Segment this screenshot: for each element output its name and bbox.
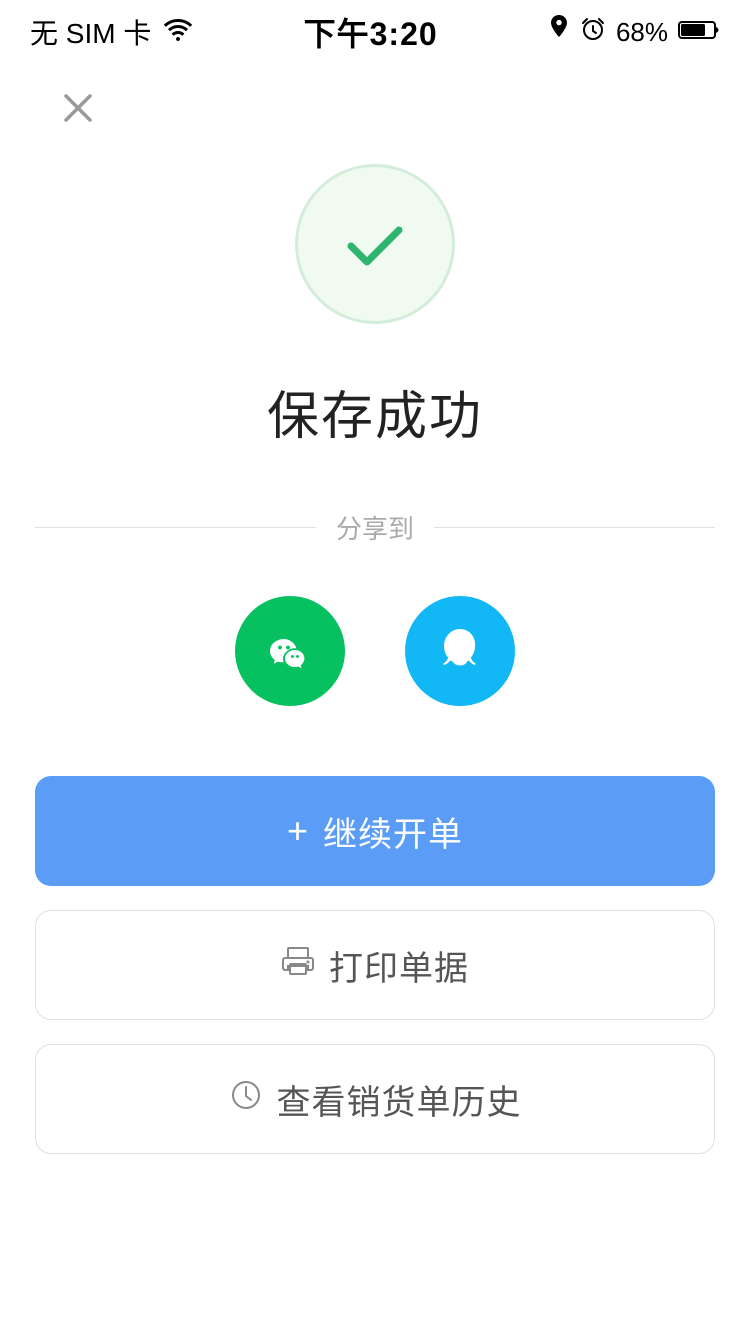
checkmark-icon bbox=[335, 204, 415, 284]
wifi-icon bbox=[163, 16, 193, 48]
plus-icon: + bbox=[287, 810, 309, 852]
alarm-icon bbox=[580, 16, 606, 49]
print-button[interactable]: 打印单据 bbox=[35, 910, 715, 1020]
divider-line-left bbox=[35, 527, 316, 528]
clock-icon bbox=[229, 1078, 263, 1121]
status-right: 68% bbox=[548, 15, 720, 50]
battery-percent: 68% bbox=[616, 17, 668, 48]
share-label: 分享到 bbox=[336, 509, 414, 546]
continue-label: 继续开单 bbox=[323, 807, 463, 856]
close-button[interactable] bbox=[50, 80, 106, 136]
main-content: 保存成功 分享到 + 继续开单 bbox=[0, 64, 750, 1154]
time-display: 下午3:20 bbox=[304, 9, 438, 55]
printer-icon bbox=[281, 944, 315, 987]
status-bar: 无 SIM 卡 下午3:20 68% bbox=[0, 0, 750, 64]
carrier-text: 无 SIM 卡 bbox=[30, 12, 151, 52]
history-button[interactable]: 查看销货单历史 bbox=[35, 1044, 715, 1154]
wechat-share-button[interactable] bbox=[235, 596, 345, 706]
share-icons bbox=[235, 596, 515, 706]
divider-line-right bbox=[434, 527, 715, 528]
qq-share-button[interactable] bbox=[405, 596, 515, 706]
status-left: 无 SIM 卡 bbox=[30, 12, 193, 52]
battery-icon bbox=[678, 17, 720, 48]
location-icon bbox=[548, 15, 570, 50]
history-label: 查看销货单历史 bbox=[277, 1075, 522, 1124]
continue-button[interactable]: + 继续开单 bbox=[35, 776, 715, 886]
success-title: 保存成功 bbox=[267, 374, 483, 449]
qq-icon bbox=[428, 619, 492, 683]
success-circle bbox=[295, 164, 455, 324]
print-label: 打印单据 bbox=[329, 941, 469, 990]
action-buttons: + 继续开单 打印单据 查看销货单历史 bbox=[35, 776, 715, 1154]
share-divider: 分享到 bbox=[35, 509, 715, 546]
wechat-icon bbox=[258, 619, 322, 683]
